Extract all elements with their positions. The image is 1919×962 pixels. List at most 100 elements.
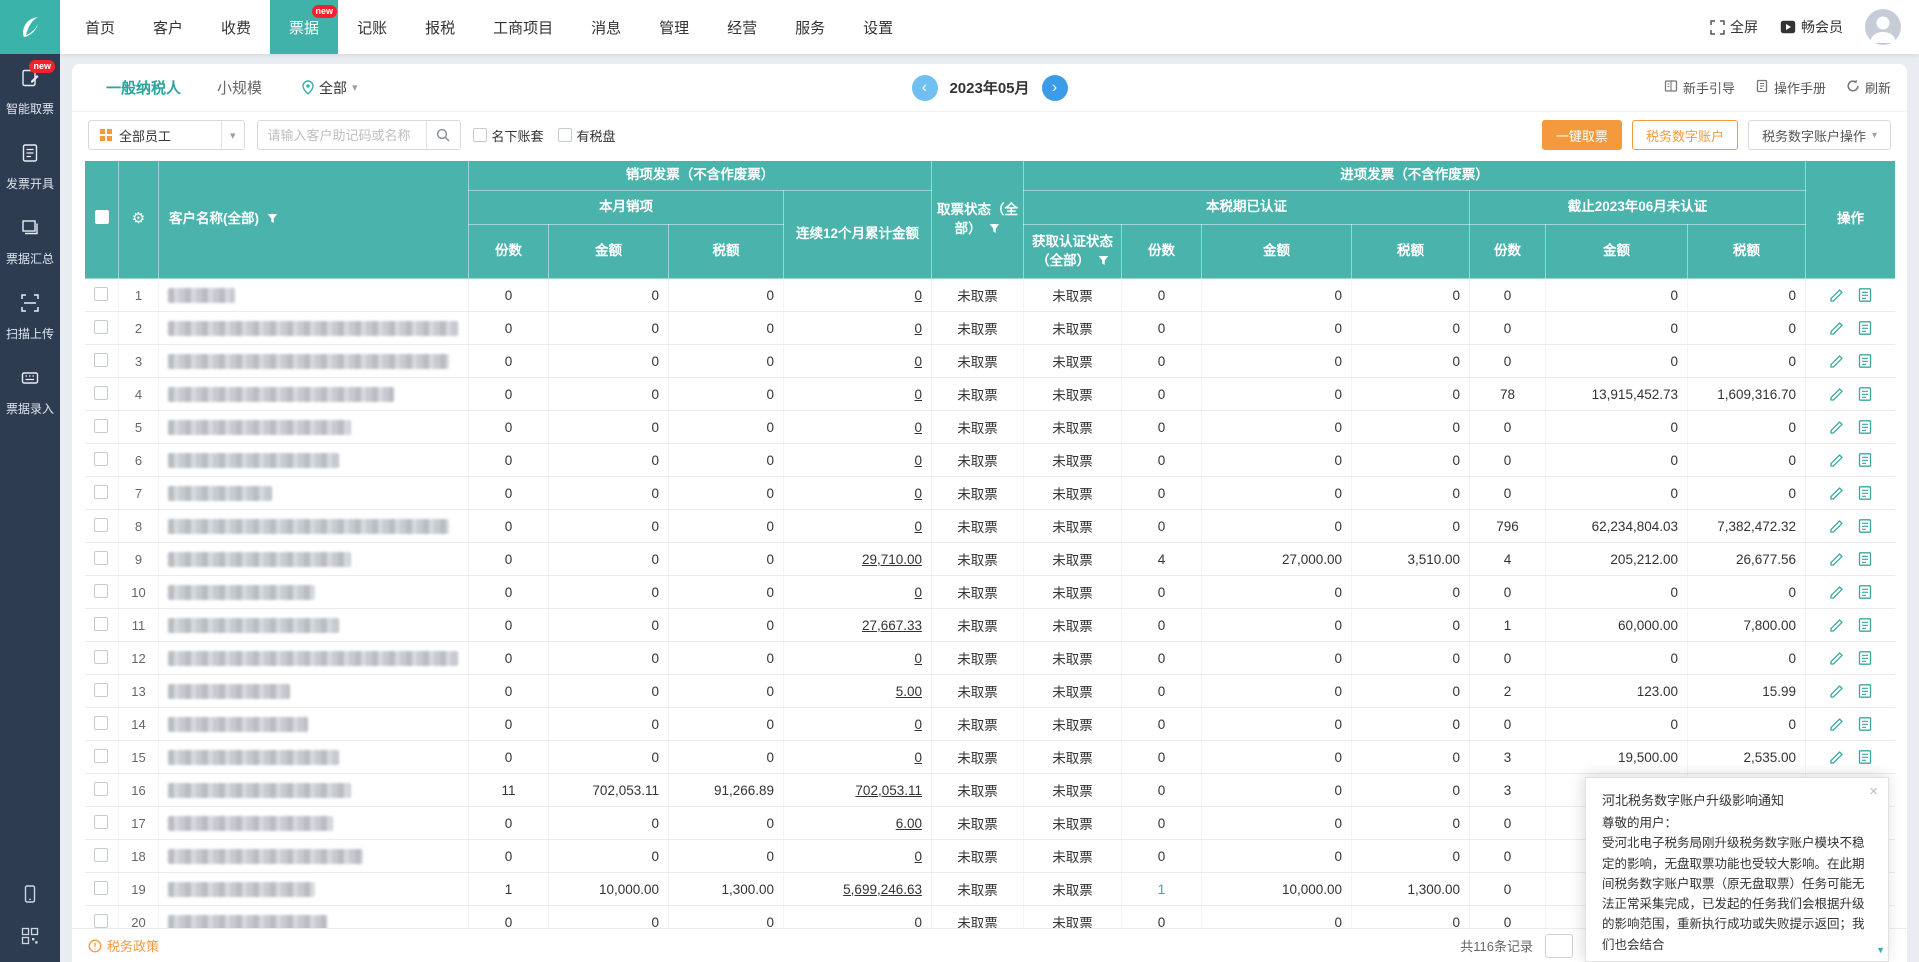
edit-icon[interactable] — [1829, 683, 1845, 699]
cumulative-amount-link[interactable]: 0 — [914, 486, 922, 501]
checkbox-名下账套[interactable]: 名下账套 — [472, 126, 544, 145]
cumulative-amount-link[interactable]: 5,699,246.63 — [843, 882, 922, 897]
nav-item-服务[interactable]: 服务 — [776, 0, 844, 54]
invoice-detail-icon[interactable] — [1857, 584, 1873, 600]
cumulative-amount-link[interactable]: 6.00 — [896, 816, 922, 831]
checkbox-有税盘[interactable]: 有税盘 — [557, 126, 616, 145]
nav-item-首页[interactable]: 首页 — [66, 0, 134, 54]
checkbox-box[interactable] — [557, 128, 572, 142]
invoice-detail-icon[interactable] — [1857, 287, 1873, 303]
nav-item-客户[interactable]: 客户 — [134, 0, 202, 54]
invoice-detail-icon[interactable] — [1857, 452, 1873, 468]
row-checkbox[interactable] — [94, 352, 109, 367]
cumulative-amount-link[interactable]: 0 — [914, 321, 922, 336]
nav-item-消息[interactable]: 消息 — [572, 0, 640, 54]
invoice-detail-icon[interactable] — [1857, 485, 1873, 501]
filter-icon[interactable] — [267, 213, 278, 224]
edit-icon[interactable] — [1829, 320, 1845, 336]
row-checkbox[interactable] — [94, 913, 109, 928]
qr-icon[interactable] — [20, 926, 40, 946]
row-checkbox[interactable] — [94, 616, 109, 631]
invoice-detail-icon[interactable] — [1857, 386, 1873, 402]
cumulative-amount-link[interactable]: 0 — [914, 750, 922, 765]
sidebar-item-扫描上传[interactable]: 扫描上传 — [0, 279, 60, 354]
page-box[interactable] — [1545, 933, 1573, 958]
row-checkbox[interactable] — [94, 484, 109, 499]
sidebar-item-智能取票[interactable]: 智能取票 new — [0, 54, 60, 129]
app-logo[interactable] — [0, 0, 60, 54]
quicklink-操作手册[interactable]: 操作手册 — [1755, 78, 1826, 97]
tab-一般纳税人[interactable]: 一般纳税人 — [88, 71, 199, 104]
invoice-detail-icon[interactable] — [1857, 749, 1873, 765]
invoice-detail-icon[interactable] — [1857, 320, 1873, 336]
edit-icon[interactable] — [1829, 353, 1845, 369]
row-checkbox[interactable] — [94, 583, 109, 598]
row-checkbox[interactable] — [94, 418, 109, 433]
button-税务数字账户操作[interactable]: 税务数字账户操作 ▾ — [1747, 120, 1891, 150]
edit-icon[interactable] — [1829, 485, 1845, 501]
cumulative-amount-link[interactable]: 27,667.33 — [862, 618, 922, 633]
row-checkbox[interactable] — [94, 682, 109, 697]
cumulative-amount-link[interactable]: 0 — [914, 453, 922, 468]
row-checkbox[interactable] — [94, 286, 109, 301]
row-checkbox[interactable] — [94, 649, 109, 664]
invoice-detail-icon[interactable] — [1857, 617, 1873, 633]
edit-icon[interactable] — [1829, 749, 1845, 765]
edit-icon[interactable] — [1829, 419, 1845, 435]
edit-icon[interactable] — [1829, 584, 1845, 600]
search-button[interactable] — [425, 121, 460, 149]
search-input[interactable] — [257, 127, 426, 143]
cumulative-amount-link[interactable]: 29,710.00 — [862, 552, 922, 567]
edit-icon[interactable] — [1829, 518, 1845, 534]
tax-policy-link[interactable]: 税务政策 — [88, 936, 159, 955]
row-checkbox[interactable] — [94, 451, 109, 466]
row-checkbox[interactable] — [94, 517, 109, 532]
avatar[interactable] — [1865, 9, 1901, 45]
nav-item-记账[interactable]: 记账 — [338, 0, 406, 54]
tab-小规模[interactable]: 小规模 — [199, 71, 280, 104]
quicklink-刷新[interactable]: 刷新 — [1846, 78, 1891, 97]
cumulative-amount-link[interactable]: 0 — [914, 288, 922, 303]
row-checkbox[interactable] — [94, 748, 109, 763]
filter-icon[interactable] — [1098, 255, 1109, 266]
close-icon[interactable]: × — [1869, 784, 1878, 799]
button-一键取票[interactable]: 一键取票 — [1541, 120, 1622, 150]
nav-item-经营[interactable]: 经营 — [708, 0, 776, 54]
row-checkbox[interactable] — [94, 550, 109, 565]
cumulative-amount-link[interactable]: 0 — [914, 651, 922, 666]
row-checkbox[interactable] — [94, 385, 109, 400]
nav-item-报税[interactable]: 报税 — [406, 0, 474, 54]
cumulative-amount-link[interactable]: 0 — [914, 585, 922, 600]
sidebar-item-发票开具[interactable]: 发票开具 — [0, 129, 60, 204]
cumulative-amount-link[interactable]: 0 — [914, 354, 922, 369]
notify-scroll-down-icon[interactable]: ▼ — [1876, 943, 1885, 958]
quicklink-新手引导[interactable]: 新手引导 — [1664, 78, 1735, 97]
fullscreen-button[interactable]: 全屏 — [1710, 17, 1758, 37]
sidebar-item-票据录入[interactable]: 票据录入 — [0, 354, 60, 429]
nav-item-管理[interactable]: 管理 — [640, 0, 708, 54]
nav-item-票据[interactable]: 票据 new — [270, 0, 339, 54]
row-checkbox[interactable] — [94, 814, 109, 829]
invoice-detail-icon[interactable] — [1857, 353, 1873, 369]
edit-icon[interactable] — [1829, 716, 1845, 732]
invoice-detail-icon[interactable] — [1857, 650, 1873, 666]
filter-icon[interactable] — [989, 223, 1000, 234]
edit-icon[interactable] — [1829, 386, 1845, 402]
nav-item-收费[interactable]: 收费 — [202, 0, 270, 54]
phone-icon[interactable] — [20, 884, 40, 904]
invoice-detail-icon[interactable] — [1857, 419, 1873, 435]
row-checkbox[interactable] — [94, 715, 109, 730]
edit-icon[interactable] — [1829, 452, 1845, 468]
button-税务数字账户[interactable]: 税务数字账户 — [1631, 120, 1738, 150]
cumulative-amount-link[interactable]: 0 — [914, 387, 922, 402]
invoice-detail-icon[interactable] — [1857, 683, 1873, 699]
invoice-detail-icon[interactable] — [1857, 551, 1873, 567]
nav-item-设置[interactable]: 设置 — [844, 0, 912, 54]
cumulative-amount-link[interactable]: 5.00 — [896, 684, 922, 699]
edit-icon[interactable] — [1829, 551, 1845, 567]
invoice-detail-icon[interactable] — [1857, 518, 1873, 534]
edit-icon[interactable] — [1829, 287, 1845, 303]
sidebar-item-票据汇总[interactable]: 票据汇总 — [0, 204, 60, 279]
row-checkbox[interactable] — [94, 847, 109, 862]
scope-selector[interactable]: 全部 ▾ — [302, 78, 358, 98]
